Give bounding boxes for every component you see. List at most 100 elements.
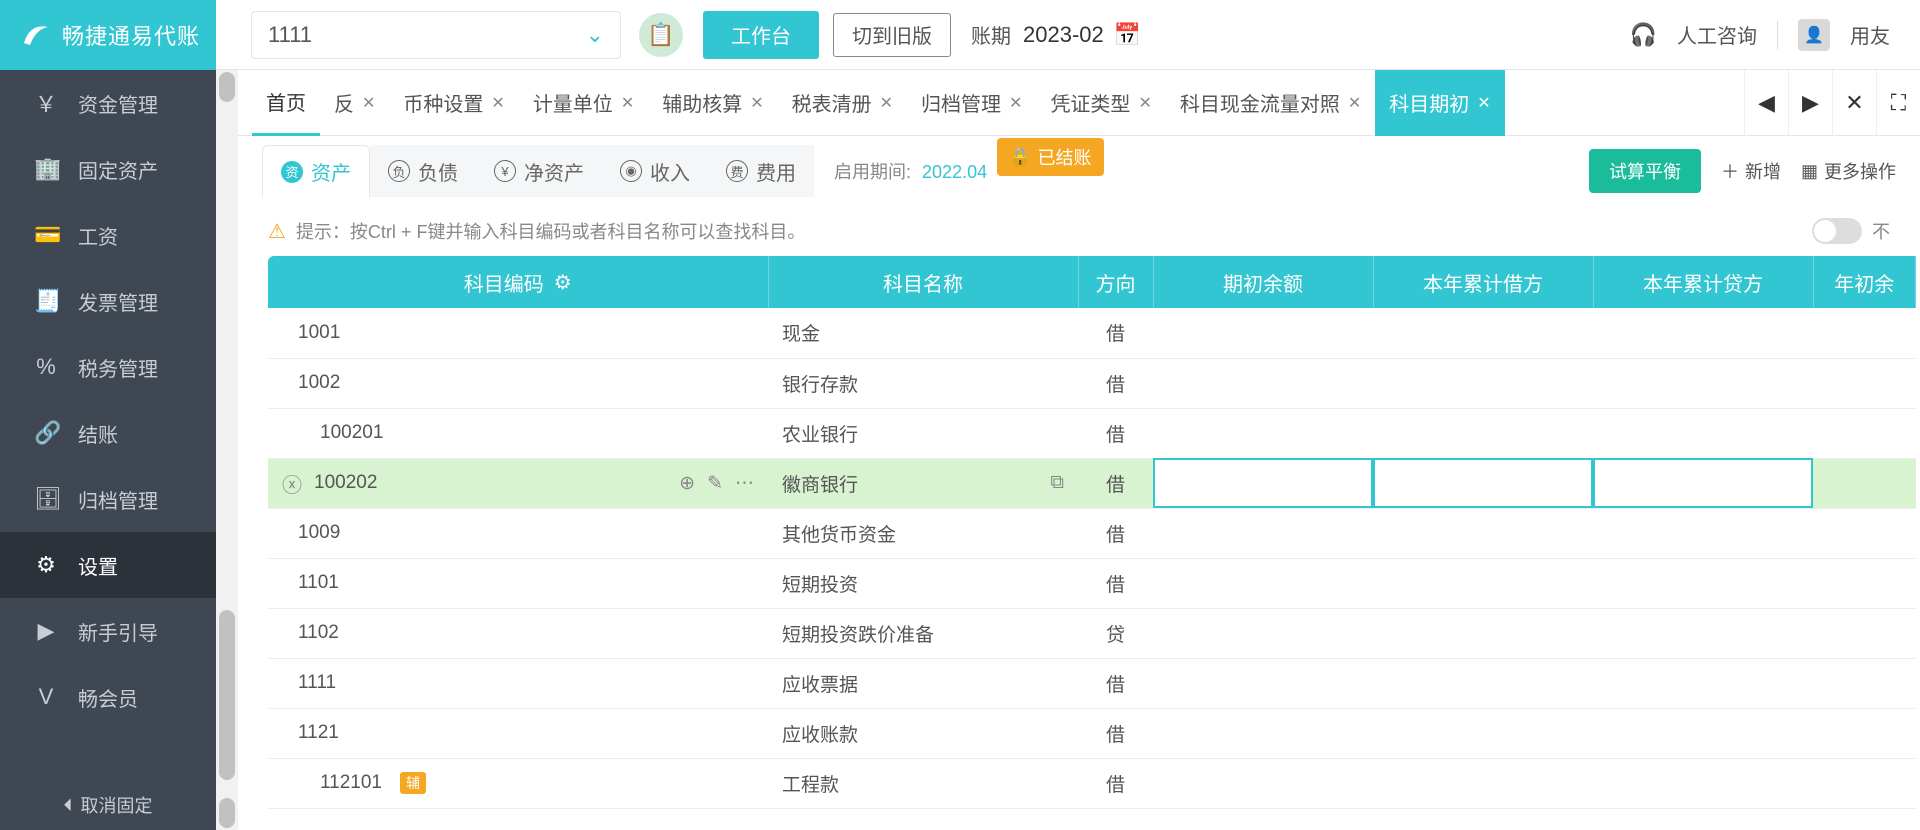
tabs-fullscreen-button[interactable]: ⛶ xyxy=(1876,70,1920,136)
th-name[interactable]: 科目名称 xyxy=(768,256,1078,308)
table-row[interactable]: 112101辅工程款借 xyxy=(268,758,1916,808)
sidebar-item-label: 固定资产 xyxy=(78,155,158,184)
tab-1[interactable]: 反✕ xyxy=(320,70,389,136)
subtab-label: 收入 xyxy=(650,157,690,186)
clipboard-button[interactable]: 📋 xyxy=(639,13,683,57)
subtab-4[interactable]: 费费用 xyxy=(708,145,814,197)
table-row[interactable]: 1111应收票据借 xyxy=(268,658,1916,708)
subtab-icon: 负 xyxy=(388,160,410,182)
scroll-down-arrow[interactable] xyxy=(219,798,235,828)
table-row[interactable]: 1121应收账款借 xyxy=(268,708,1916,758)
username[interactable]: 用友 xyxy=(1850,20,1890,49)
tab-7[interactable]: 凭证类型✕ xyxy=(1036,70,1165,136)
table-row[interactable]: 1101短期投资借 xyxy=(268,558,1916,608)
enable-period-label: 启用期间: xyxy=(834,162,911,182)
th-begin[interactable]: 期初余额 xyxy=(1153,256,1373,308)
add-child-icon[interactable]: ⊕ xyxy=(679,472,695,495)
tabs-prev-button[interactable]: ◀ xyxy=(1744,70,1788,136)
cell-dir: 借 xyxy=(1078,758,1153,808)
cell-code: 112101辅 xyxy=(268,758,768,808)
cell-ytd-credit[interactable] xyxy=(1593,458,1813,508)
table-row[interactable]: 1009其他货币资金借 xyxy=(268,508,1916,558)
sidebar-item-8[interactable]: ▶新手引导 xyxy=(0,598,216,664)
cell-ytd-debit[interactable] xyxy=(1373,458,1593,508)
main-content: 首页反✕币种设置✕计量单位✕辅助核算✕税表清册✕归档管理✕凭证类型✕科目现金流量… xyxy=(238,70,1920,830)
cell-ytd-debit xyxy=(1373,608,1593,658)
cell-ytd-credit xyxy=(1593,308,1813,358)
th-ytd-debit[interactable]: 本年累计借方 xyxy=(1373,256,1593,308)
th-year-begin[interactable]: 年初余 xyxy=(1813,256,1916,308)
copy-icon[interactable]: ⧉ xyxy=(1050,472,1064,494)
tab-close-icon[interactable]: ✕ xyxy=(1009,93,1022,113)
more-actions-button[interactable]: ▦ 更多操作 xyxy=(1801,158,1896,184)
cell-year-begin xyxy=(1813,308,1916,358)
clipboard-icon: 📋 xyxy=(647,22,674,48)
tab-close-icon[interactable]: ✕ xyxy=(362,93,375,113)
scroll-thumb[interactable] xyxy=(219,610,235,780)
table-row[interactable]: 1002银行存款借 xyxy=(268,358,1916,408)
sidebar-item-0[interactable]: ￥资金管理 xyxy=(0,70,216,136)
add-new-button[interactable]: ＋ 新增 xyxy=(1721,158,1781,184)
tab-close-icon[interactable]: ✕ xyxy=(1138,93,1151,113)
unpin-button[interactable]: ⏴ 取消固定 xyxy=(0,780,216,830)
cell-code: 1002 xyxy=(268,358,768,408)
tabs-next-button[interactable]: ▶ xyxy=(1788,70,1832,136)
tab-close-icon[interactable]: ✕ xyxy=(880,93,893,113)
filter-toggle[interactable] xyxy=(1812,218,1862,244)
sidebar-item-4[interactable]: %税务管理 xyxy=(0,334,216,400)
cell-begin[interactable] xyxy=(1153,458,1373,508)
tab-2[interactable]: 币种设置 ✕ xyxy=(389,70,518,136)
sidebar-item-9[interactable]: V畅会员 xyxy=(0,664,216,730)
tab-label: 反 xyxy=(334,88,354,117)
sidebar-item-2[interactable]: 💳工资 xyxy=(0,202,216,268)
sidebar-item-7[interactable]: ⚙设置 xyxy=(0,532,216,598)
subtab-1[interactable]: 负负债 xyxy=(370,145,476,197)
sidebar-item-1[interactable]: 🏢固定资产 xyxy=(0,136,216,202)
tab-close-icon[interactable]: ✕ xyxy=(750,93,763,113)
workbench-button[interactable]: 工作台 xyxy=(703,11,819,59)
switch-old-button[interactable]: 切到旧版 xyxy=(833,13,951,57)
sidebar-scrollbar[interactable] xyxy=(216,70,238,830)
tab-close-icon[interactable]: ✕ xyxy=(621,93,634,113)
sidebar-item-5[interactable]: 🔗结账 xyxy=(0,400,216,466)
more-icon[interactable]: ⋯ xyxy=(735,472,754,495)
tab-6[interactable]: 归档管理✕ xyxy=(907,70,1036,136)
table-row[interactable]: ⓧ100202⊕✎⋯徽商银行⧉借 xyxy=(268,458,1916,508)
th-code[interactable]: 科目编码⚙ xyxy=(268,256,768,308)
sidebar-item-6[interactable]: 🗄归档管理 xyxy=(0,466,216,532)
tab-close-icon[interactable]: ✕ xyxy=(1477,93,1490,113)
lock-icon: 🔒 xyxy=(1009,147,1031,168)
subtab-0[interactable]: 资资产 xyxy=(262,145,370,197)
th-dir[interactable]: 方向 xyxy=(1078,256,1153,308)
tab-3[interactable]: 计量单位✕ xyxy=(519,70,648,136)
th-ytd-credit[interactable]: 本年累计贷方 xyxy=(1593,256,1813,308)
tab-8[interactable]: 科目现金流量对照✕ xyxy=(1166,70,1375,136)
trial-balance-button[interactable]: 试算平衡 xyxy=(1589,149,1701,193)
edit-icon[interactable]: ✎ xyxy=(707,472,723,495)
more-actions-label: 更多操作 xyxy=(1824,158,1896,184)
table-row[interactable]: 100201农业银行借 xyxy=(268,408,1916,458)
tabs-close-button[interactable]: ✕ xyxy=(1832,70,1876,136)
scroll-up-arrow[interactable] xyxy=(219,72,235,102)
calendar-icon[interactable]: 📅 xyxy=(1114,22,1141,48)
table-row[interactable]: 1001现金借 xyxy=(268,308,1916,358)
sidebar-item-3[interactable]: 🧾发票管理 xyxy=(0,268,216,334)
tab-label: 币种设置 xyxy=(403,88,483,117)
tab-close-icon[interactable]: ✕ xyxy=(491,93,504,113)
subtab-2[interactable]: ¥净资产 xyxy=(476,145,602,197)
cell-ytd-debit xyxy=(1373,358,1593,408)
tab-9[interactable]: 科目期初✕ xyxy=(1375,70,1504,136)
delete-row-icon[interactable]: ⓧ xyxy=(282,469,302,498)
tab-5[interactable]: 税表清册✕ xyxy=(778,70,907,136)
table-row[interactable]: 1102短期投资跌价准备贷 xyxy=(268,608,1916,658)
tab-4[interactable]: 辅助核算✕ xyxy=(648,70,777,136)
company-selector[interactable]: 1111 ⌄ xyxy=(251,11,621,59)
tab-close-icon[interactable]: ✕ xyxy=(1348,93,1361,113)
guide-icon: ▶ xyxy=(34,618,58,644)
subtab-3[interactable]: ◉收入 xyxy=(602,145,708,197)
gear-icon[interactable]: ⚙ xyxy=(554,270,572,295)
tab-0[interactable]: 首页 xyxy=(252,70,320,136)
avatar[interactable]: 👤 xyxy=(1798,19,1830,51)
consult-link[interactable]: 人工咨询 xyxy=(1677,20,1757,49)
cell-year-begin xyxy=(1813,358,1916,408)
